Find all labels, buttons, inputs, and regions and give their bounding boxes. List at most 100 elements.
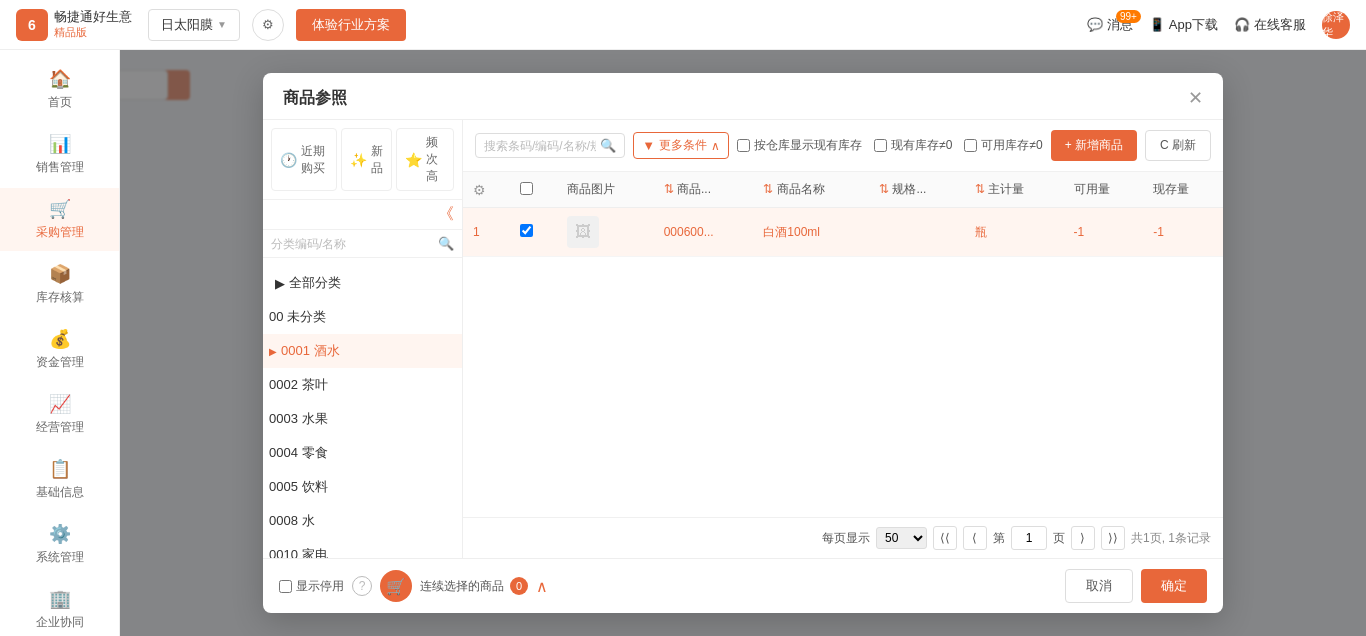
page-number-input[interactable] <box>1011 526 1047 550</box>
category-item-all[interactable]: ▶ 全部分类 <box>263 266 462 300</box>
new-products-button[interactable]: ✨ 新品 <box>341 128 392 191</box>
col-spec-header[interactable]: ⇅ 规格... <box>869 172 965 208</box>
frequent-products-button[interactable]: ⭐ 频次高 <box>396 128 454 191</box>
show-disabled-checkbox[interactable] <box>279 580 292 593</box>
category-item-0003[interactable]: 0003 水果 <box>263 402 462 436</box>
warehouse-checkbox[interactable] <box>737 139 750 152</box>
sidebar-item-finance[interactable]: 💰 资金管理 <box>0 318 119 381</box>
sidebar-item-operation[interactable]: 📈 经营管理 <box>0 383 119 446</box>
category-item-00[interactable]: 00 未分类 <box>263 300 462 334</box>
confirm-button[interactable]: 确定 <box>1141 569 1207 603</box>
finance-icon: 💰 <box>49 328 71 350</box>
sidebar-item-system[interactable]: ⚙️ 系统管理 <box>0 513 119 576</box>
cell-checkbox[interactable] <box>510 208 557 257</box>
filter-button[interactable]: ▼ 更多条件 ∧ <box>633 132 729 159</box>
col-stock-header: 现存量 <box>1143 172 1223 208</box>
messages-badge: 99+ <box>1116 10 1141 23</box>
store-dropdown[interactable]: 日太阳膜 ▼ <box>148 9 240 41</box>
footer-collapse-button[interactable]: ∧ <box>536 577 548 596</box>
search-table-panel: 🔍 ▼ 更多条件 ∧ 按仓库显示现有库存 <box>463 120 1223 558</box>
col-checkbox-header[interactable] <box>510 172 557 208</box>
category-search-input[interactable] <box>271 237 432 251</box>
category-item-0005[interactable]: 0005 饮料 <box>263 470 462 504</box>
inventory-icon: 📦 <box>49 263 71 285</box>
star-icon: ⭐ <box>405 152 422 168</box>
checkbox-available-stock[interactable]: 现有库存≠0 <box>874 137 952 154</box>
modal-close-button[interactable]: ✕ <box>1188 87 1203 109</box>
checkbox-warehouse[interactable]: 按仓库显示现有库存 <box>737 137 862 154</box>
product-image-placeholder: 🖼 <box>567 216 599 248</box>
category-item-0004[interactable]: 0004 零食 <box>263 436 462 470</box>
sidebar-item-inventory[interactable]: 📦 库存核算 <box>0 253 119 316</box>
cell-unit: 瓶 <box>965 208 1064 257</box>
sidebar-item-sales[interactable]: 📊 销售管理 <box>0 123 119 186</box>
help-button[interactable]: ? <box>352 576 372 596</box>
next-page-button[interactable]: ⟩ <box>1071 526 1095 550</box>
category-item-0002[interactable]: 0002 茶叶 <box>263 368 462 402</box>
main-content: 商品参照 ✕ 🕐 近期购买 ✨ <box>120 50 1366 636</box>
prev-page-button[interactable]: ⟨ <box>963 526 987 550</box>
cancel-button[interactable]: 取消 <box>1065 569 1133 603</box>
cart-button[interactable]: 🛒 <box>380 570 412 602</box>
sales-icon: 📊 <box>49 133 71 155</box>
show-disabled-checkbox-label[interactable]: 显示停用 <box>279 578 344 595</box>
collapse-panel-button[interactable]: 《 <box>438 204 454 225</box>
checkbox-usable-stock[interactable]: 可用库存≠0 <box>964 137 1042 154</box>
filter-collapse-icon: ∧ <box>711 139 720 153</box>
table-header-row: ⚙ 商品图片 ⇅ 商品... <box>463 172 1223 208</box>
cell-name: 白酒100ml <box>753 208 869 257</box>
cell-code: 000600... <box>654 208 754 257</box>
select-all-checkbox[interactable] <box>520 182 533 195</box>
row-checkbox[interactable] <box>520 224 533 237</box>
last-page-button[interactable]: ⟩⟩ <box>1101 526 1125 550</box>
first-page-button[interactable]: ⟨⟨ <box>933 526 957 550</box>
settings-button[interactable]: ⚙ <box>252 9 284 41</box>
column-settings-icon[interactable]: ⚙ <box>473 182 486 198</box>
sort-icon: ⇅ <box>879 182 889 196</box>
category-search-icon[interactable]: 🔍 <box>438 236 454 251</box>
sidebar-item-purchase[interactable]: 🛒 采购管理 <box>0 188 119 251</box>
page-label: 第 <box>993 530 1005 547</box>
sidebar-item-home[interactable]: 🏠 首页 <box>0 58 119 121</box>
home-icon: 🏠 <box>49 68 71 90</box>
basic-icon: 📋 <box>49 458 71 480</box>
category-panel: 🕐 近期购买 ✨ 新品 ⭐ 频次高 <box>263 120 463 558</box>
cell-image: 🖼 <box>557 208 654 257</box>
usable-stock-checkbox[interactable] <box>964 139 977 152</box>
app-download-button[interactable]: 📱 App下载 <box>1149 16 1218 34</box>
col-code-header[interactable]: ⇅ 商品... <box>654 172 754 208</box>
filter-icon: ▼ <box>642 138 655 153</box>
total-pages-info: 共1页, 1条记录 <box>1131 530 1211 547</box>
add-product-button[interactable]: + 新增商品 <box>1051 130 1137 161</box>
product-search-input[interactable] <box>484 139 596 153</box>
page-size-select[interactable]: 50 10 20 100 <box>876 527 927 549</box>
cell-spec <box>869 208 965 257</box>
sidebar-item-basic[interactable]: 📋 基础信息 <box>0 448 119 511</box>
online-service-button[interactable]: 🎧 在线客服 <box>1234 16 1306 34</box>
category-item-0010[interactable]: 0010 家电 <box>263 538 462 558</box>
enterprise-icon: 🏢 <box>49 588 71 610</box>
refresh-button[interactable]: C 刷新 <box>1145 130 1211 161</box>
category-item-0001[interactable]: ▶ 0001 酒水 <box>263 334 462 368</box>
category-list: ▶ 全部分类 00 未分类 ▶ 0001 酒水 0002 茶 <box>263 258 462 558</box>
sidebar-item-enterprise[interactable]: 🏢 企业协同 <box>0 578 119 636</box>
col-available-header: 可用量 <box>1064 172 1144 208</box>
clock-icon: 🕐 <box>280 152 297 168</box>
selected-count-badge: 0 <box>510 577 528 595</box>
category-item-0008[interactable]: 0008 水 <box>263 504 462 538</box>
recent-purchases-button[interactable]: 🕐 近期购买 <box>271 128 337 191</box>
cell-available: -1 <box>1064 208 1144 257</box>
modal-body: 🕐 近期购买 ✨ 新品 ⭐ 频次高 <box>263 120 1223 558</box>
table-row[interactable]: 1 🖼 000600... 白酒100ml <box>463 208 1223 257</box>
new-icon: ✨ <box>350 152 367 168</box>
col-settings[interactable]: ⚙ <box>463 172 510 208</box>
search-button[interactable]: 🔍 <box>600 138 616 153</box>
user-profile-button[interactable]: 徐泽华 <box>1322 11 1350 39</box>
category-search: 🔍 <box>263 230 462 258</box>
active-category-icon: ▶ <box>269 346 277 357</box>
messages-button[interactable]: 💬 消息 99+ <box>1087 16 1133 34</box>
available-stock-checkbox[interactable] <box>874 139 887 152</box>
col-unit-header[interactable]: ⇅ 主计量 <box>965 172 1064 208</box>
trial-button[interactable]: 体验行业方案 <box>296 9 406 41</box>
col-name-header[interactable]: ⇅ 商品名称 <box>753 172 869 208</box>
